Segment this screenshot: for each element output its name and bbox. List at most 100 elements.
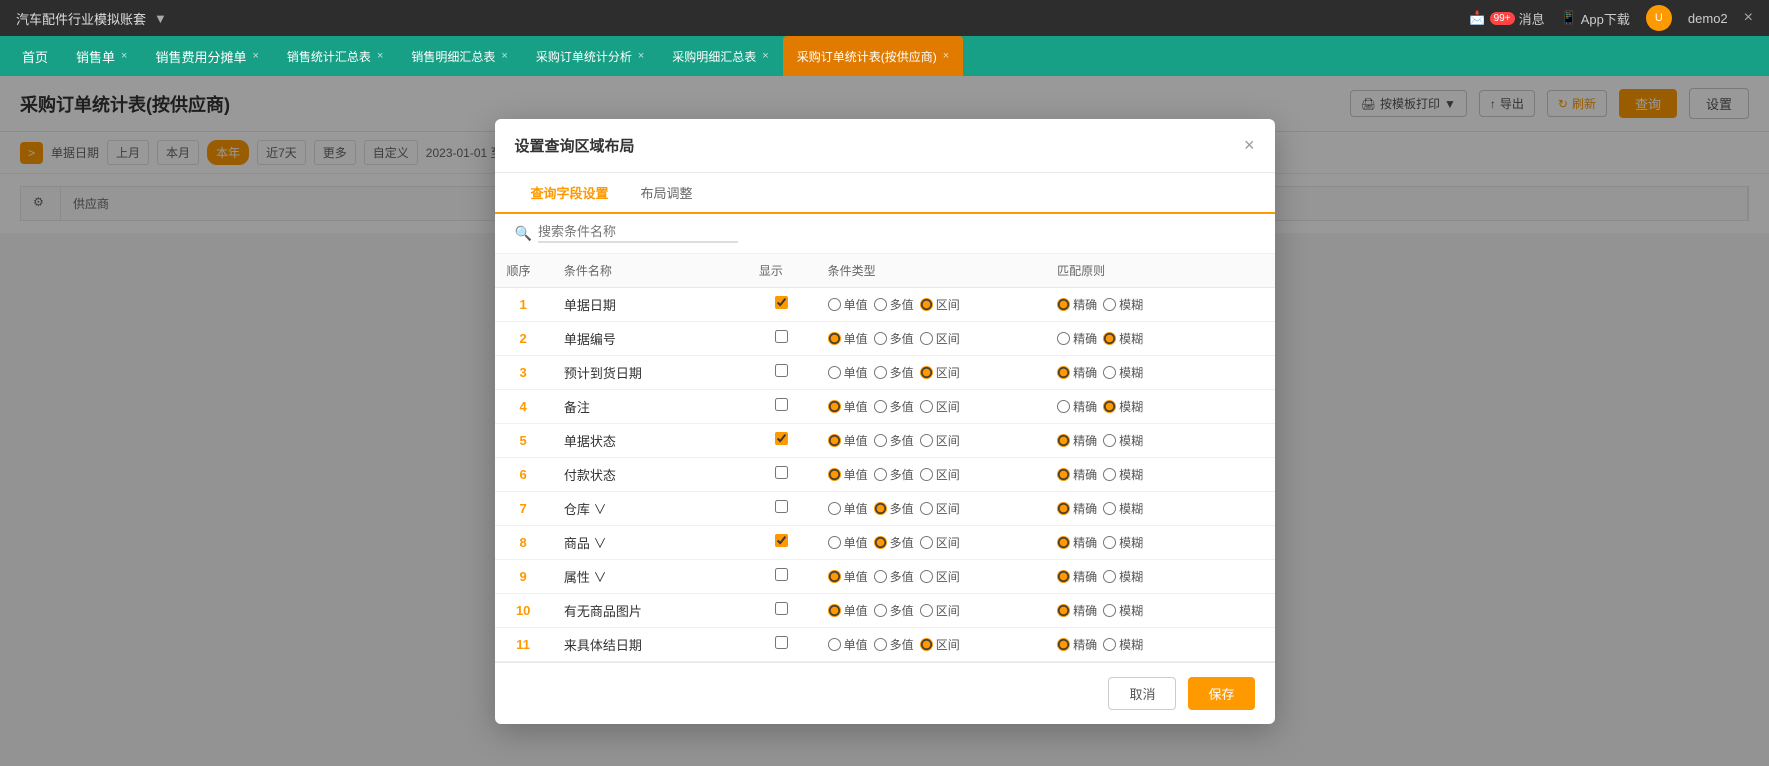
match-radio-fuzzy[interactable]: 模糊	[1103, 398, 1143, 415]
show-checkbox[interactable]	[775, 432, 788, 445]
modal-close-button[interactable]: ×	[1244, 136, 1255, 154]
nav-tab-sales-detail[interactable]: 销售明细汇总表 ×	[397, 36, 521, 76]
modal-search-input[interactable]	[538, 224, 738, 243]
show-cell[interactable]	[747, 593, 816, 627]
show-cell[interactable]	[747, 389, 816, 423]
show-cell[interactable]	[747, 457, 816, 491]
show-checkbox[interactable]	[775, 602, 788, 615]
type-radio-range[interactable]: 区间	[920, 636, 960, 653]
match-radio-fuzzy[interactable]: 模糊	[1103, 500, 1143, 517]
type-radio-single[interactable]: 单值	[828, 330, 868, 347]
match-radio-exact[interactable]: 精确	[1057, 364, 1097, 381]
match-radio-fuzzy[interactable]: 模糊	[1103, 636, 1143, 653]
type-radio-multi[interactable]: 多值	[874, 296, 914, 313]
close-tab-purchase-analysis[interactable]: ×	[638, 50, 644, 62]
type-radio-range[interactable]: 区间	[920, 500, 960, 517]
show-cell[interactable]	[747, 287, 816, 321]
type-radio-single[interactable]: 单值	[828, 466, 868, 483]
match-radio-fuzzy[interactable]: 模糊	[1103, 534, 1143, 551]
nav-tab-sales-expense[interactable]: 销售费用分摊单 ×	[141, 36, 272, 76]
show-checkbox[interactable]	[775, 466, 788, 479]
match-radio-fuzzy[interactable]: 模糊	[1103, 602, 1143, 619]
type-radio-range[interactable]: 区间	[920, 568, 960, 585]
type-radio-single[interactable]: 单值	[828, 534, 868, 551]
type-radio-single[interactable]: 单值	[828, 500, 868, 517]
close-tab-sales-expense[interactable]: ×	[252, 50, 258, 62]
match-radio-exact[interactable]: 精确	[1057, 636, 1097, 653]
type-radio-range[interactable]: 区间	[920, 296, 960, 313]
type-radio-multi[interactable]: 多值	[874, 466, 914, 483]
show-cell[interactable]	[747, 423, 816, 457]
tab-query-fields[interactable]: 查询字段设置	[515, 173, 625, 214]
type-radio-range[interactable]: 区间	[920, 602, 960, 619]
match-radio-exact[interactable]: 精确	[1057, 602, 1097, 619]
nav-tab-sales-order[interactable]: 销售单 ×	[62, 36, 141, 76]
show-checkbox[interactable]	[775, 534, 788, 547]
type-radio-single[interactable]: 单值	[828, 432, 868, 449]
match-radio-exact[interactable]: 精确	[1057, 500, 1097, 517]
type-radio-single[interactable]: 单值	[828, 364, 868, 381]
close-tab-sales-detail[interactable]: ×	[501, 50, 507, 62]
type-radio-multi[interactable]: 多值	[874, 602, 914, 619]
show-checkbox[interactable]	[775, 364, 788, 377]
save-button[interactable]: 保存	[1188, 677, 1254, 710]
type-radio-multi[interactable]: 多值	[874, 330, 914, 347]
notification-button[interactable]: 📩 99+ 消息	[1469, 9, 1544, 28]
match-radio-exact[interactable]: 精确	[1057, 466, 1097, 483]
match-radio-fuzzy[interactable]: 模糊	[1103, 432, 1143, 449]
type-radio-range[interactable]: 区间	[920, 364, 960, 381]
dropdown-icon[interactable]: ▼	[154, 11, 167, 26]
type-radio-range[interactable]: 区间	[920, 330, 960, 347]
cancel-button[interactable]: 取消	[1108, 677, 1176, 710]
match-radio-exact[interactable]: 精确	[1057, 398, 1097, 415]
show-checkbox[interactable]	[775, 636, 788, 649]
match-radio-fuzzy[interactable]: 模糊	[1103, 364, 1143, 381]
match-radio-exact[interactable]: 精确	[1057, 296, 1097, 313]
show-cell[interactable]	[747, 321, 816, 355]
close-tab-sales-order[interactable]: ×	[121, 50, 127, 62]
match-radio-exact[interactable]: 精确	[1057, 534, 1097, 551]
type-radio-range[interactable]: 区间	[920, 466, 960, 483]
type-radio-range[interactable]: 区间	[920, 432, 960, 449]
close-tab-purchase-supplier[interactable]: ×	[943, 50, 949, 62]
type-radio-multi[interactable]: 多值	[874, 500, 914, 517]
type-radio-single[interactable]: 单值	[828, 636, 868, 653]
match-radio-fuzzy[interactable]: 模糊	[1103, 330, 1143, 347]
show-checkbox[interactable]	[775, 500, 788, 513]
nav-tab-sales-summary[interactable]: 销售统计汇总表 ×	[273, 36, 397, 76]
type-radio-multi[interactable]: 多值	[874, 432, 914, 449]
show-checkbox[interactable]	[775, 296, 788, 309]
type-radio-range[interactable]: 区间	[920, 534, 960, 551]
user-avatar[interactable]: U	[1646, 5, 1672, 31]
close-app-button[interactable]: ×	[1744, 9, 1753, 27]
type-radio-multi[interactable]: 多值	[874, 398, 914, 415]
show-cell[interactable]	[747, 355, 816, 389]
type-radio-multi[interactable]: 多值	[874, 636, 914, 653]
match-radio-fuzzy[interactable]: 模糊	[1103, 296, 1143, 313]
nav-tab-purchase-detail[interactable]: 采购明细汇总表 ×	[658, 36, 782, 76]
match-radio-fuzzy[interactable]: 模糊	[1103, 568, 1143, 585]
show-cell[interactable]	[747, 491, 816, 525]
match-radio-exact[interactable]: 精确	[1057, 568, 1097, 585]
nav-tab-purchase-analysis[interactable]: 采购订单统计分析 ×	[522, 36, 658, 76]
type-radio-range[interactable]: 区间	[920, 398, 960, 415]
close-tab-sales-summary[interactable]: ×	[377, 50, 383, 62]
nav-home[interactable]: 首页	[8, 36, 62, 76]
show-cell[interactable]	[747, 525, 816, 559]
show-checkbox[interactable]	[775, 330, 788, 343]
app-download-button[interactable]: 📱 App下载	[1561, 9, 1630, 28]
show-cell[interactable]	[747, 627, 816, 661]
type-radio-multi[interactable]: 多值	[874, 568, 914, 585]
type-radio-multi[interactable]: 多值	[874, 364, 914, 381]
show-checkbox[interactable]	[775, 568, 788, 581]
type-radio-multi[interactable]: 多值	[874, 534, 914, 551]
type-radio-single[interactable]: 单值	[828, 296, 868, 313]
type-radio-single[interactable]: 单值	[828, 568, 868, 585]
type-radio-single[interactable]: 单值	[828, 602, 868, 619]
type-radio-single[interactable]: 单值	[828, 398, 868, 415]
nav-tab-purchase-supplier[interactable]: 采购订单统计表(按供应商) ×	[783, 36, 963, 76]
show-cell[interactable]	[747, 559, 816, 593]
close-tab-purchase-detail[interactable]: ×	[762, 50, 768, 62]
match-radio-fuzzy[interactable]: 模糊	[1103, 466, 1143, 483]
match-radio-exact[interactable]: 精确	[1057, 432, 1097, 449]
